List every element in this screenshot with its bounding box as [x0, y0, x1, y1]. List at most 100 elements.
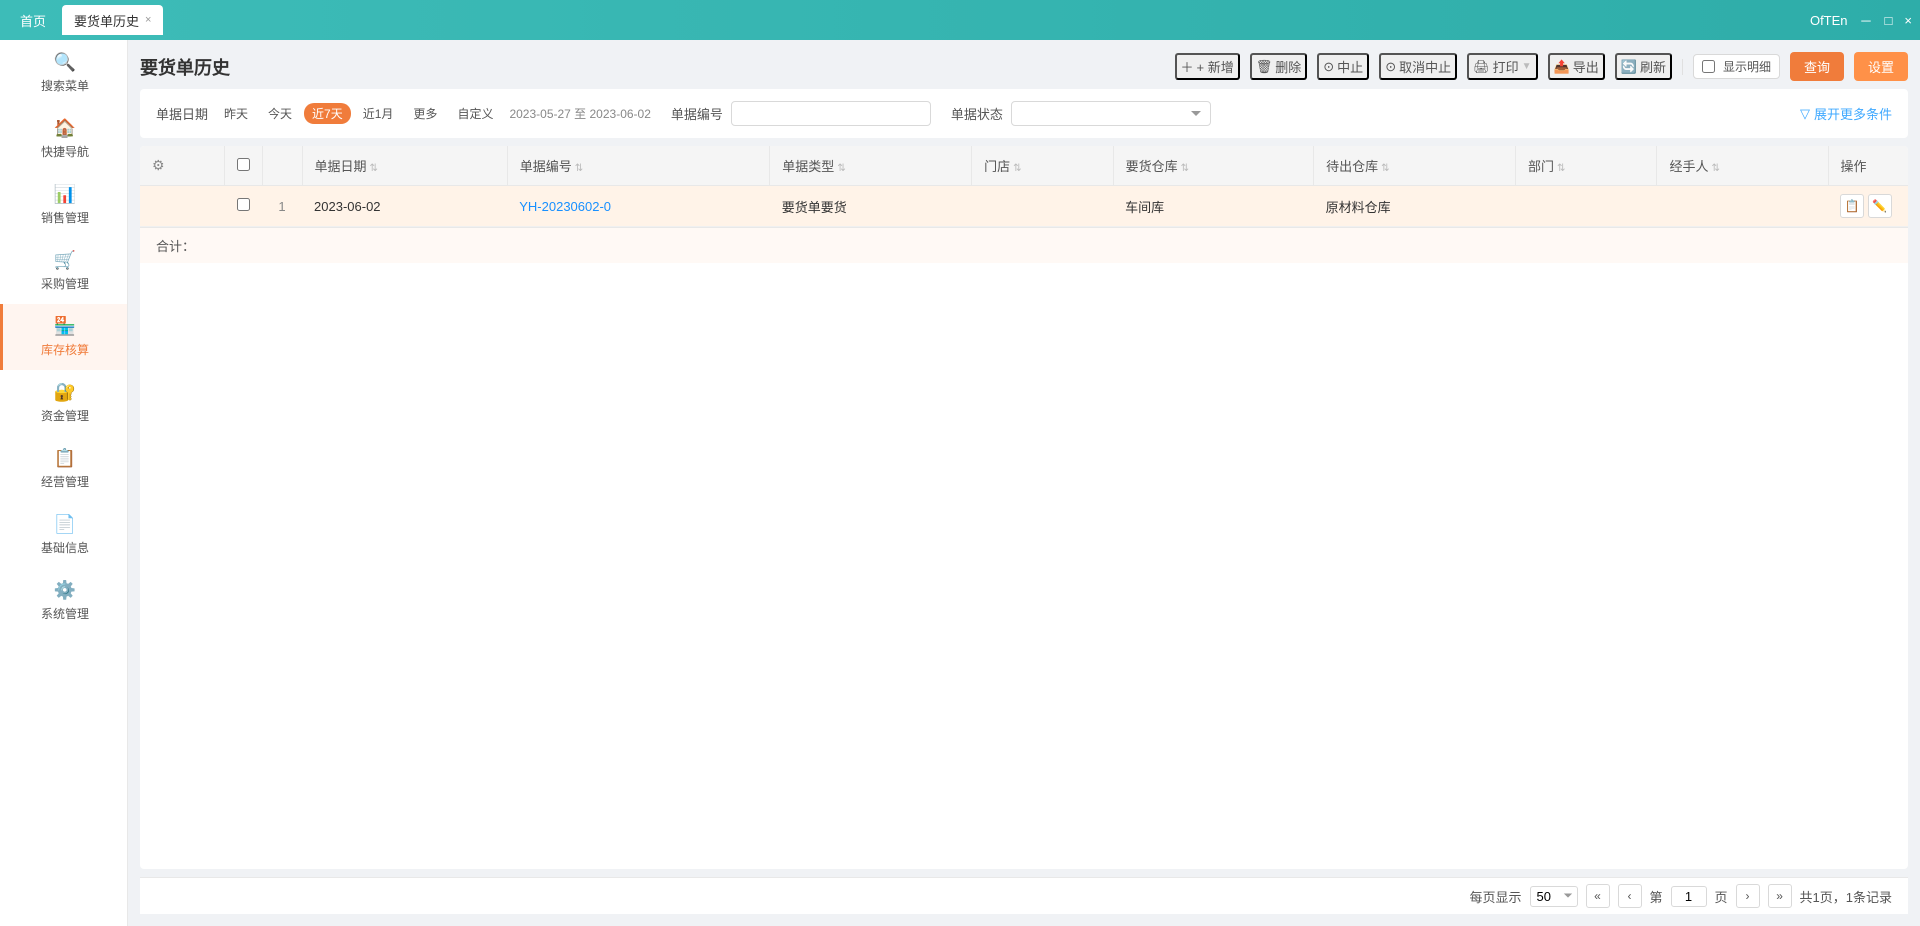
date-shortcuts: 昨天 今天 近7天 近1月 更多 自定义 — [216, 103, 501, 124]
sidebar-item-sales-mgmt[interactable]: 📊 销售管理 — [0, 172, 127, 238]
quick-nav-icon: 🏠 — [54, 118, 76, 139]
sidebar-item-operations-mgmt[interactable]: 📋 经营管理 — [0, 436, 127, 502]
often-label: OfTEn — [1810, 13, 1848, 28]
last-page-btn[interactable]: » — [1768, 884, 1792, 908]
row-settings — [140, 186, 224, 227]
data-table: ⚙ 单据日期⇅ 单据编号⇅ 单据类型⇅ 门店⇅ 要货仓库⇅ 待出仓库⇅ 部门⇅ — [140, 146, 1908, 227]
col-department[interactable]: 部门⇅ — [1515, 146, 1657, 186]
col-doc-type[interactable]: 单据类型⇅ — [770, 146, 972, 186]
doc-no-label: 单据编号 — [671, 104, 723, 123]
filter-row-1: 单据日期 昨天 今天 近7天 近1月 更多 自定义 2023-05-27 至 2… — [156, 101, 1892, 126]
row-ops: 📋 ✏️ — [1828, 186, 1908, 227]
row-doc-no[interactable]: YH-20230602-0 — [507, 186, 770, 227]
main-content: 要货单历史 ＋ + 新增 🗑 删除 ⊙ 中止 ⊙ 取消中止 — [128, 40, 1920, 926]
prev-page-btn[interactable]: ‹ — [1618, 884, 1642, 908]
suspend-icon: ⊙ — [1323, 59, 1334, 75]
shortcut-more[interactable]: 更多 — [405, 103, 445, 124]
delete-button[interactable]: 🗑 删除 — [1250, 53, 1308, 80]
top-bar: 首页 要货单历史 × OfTEn － □ × — [0, 0, 1920, 40]
row-num: 1 — [262, 186, 302, 227]
sidebar: 🔍 搜索菜单 🏠 快捷导航 📊 销售管理 🛒 采购管理 🏪 库存核算 🔐 资金管… — [0, 40, 128, 926]
col-req-warehouse[interactable]: 要货仓库⇅ — [1113, 146, 1313, 186]
tab-active[interactable]: 要货单历史 × — [62, 5, 163, 35]
finance-icon: 🔐 — [54, 382, 76, 403]
col-handler[interactable]: 经手人⇅ — [1657, 146, 1828, 186]
export-button[interactable]: 📤 导出 — [1548, 53, 1605, 80]
doc-status-select[interactable] — [1011, 101, 1211, 126]
sidebar-item-label-operations: 经营管理 — [41, 473, 89, 490]
sidebar-item-inventory[interactable]: 🏪 库存核算 — [0, 304, 127, 370]
page-number-input[interactable] — [1671, 886, 1707, 907]
footer-total-bar: 合计： — [140, 227, 1908, 263]
col-shop[interactable]: 门店⇅ — [972, 146, 1114, 186]
row-edit-btn[interactable]: ✏️ — [1868, 194, 1892, 218]
settings-icon[interactable]: ⚙ — [152, 157, 165, 173]
expand-icon: ▽ — [1800, 106, 1810, 122]
col-settings[interactable]: ⚙ — [140, 146, 224, 186]
maximize-btn[interactable]: □ — [1885, 13, 1893, 28]
basic-info-icon: 📄 — [54, 514, 76, 535]
settings-button[interactable]: 设置 — [1854, 52, 1908, 81]
col-doc-date[interactable]: 单据日期⇅ — [302, 146, 507, 186]
col-ops: 操作 — [1828, 146, 1908, 186]
shortcut-1month[interactable]: 近1月 — [355, 103, 402, 124]
window-close-btn[interactable]: × — [1904, 13, 1912, 28]
page-title: 要货单历史 — [140, 54, 230, 80]
shortcut-today[interactable]: 今天 — [260, 103, 300, 124]
pagination-bar: 每页显示 20 50 100 200 « ‹ 第 页 › » 共1页，1条记录 — [140, 877, 1908, 914]
inventory-icon: 🏪 — [54, 316, 76, 337]
system-icon: ⚙️ — [54, 580, 76, 601]
display-detail-input[interactable] — [1702, 60, 1715, 73]
row-select-checkbox[interactable] — [237, 198, 250, 211]
sidebar-item-purchase-mgmt[interactable]: 🛒 采购管理 — [0, 238, 127, 304]
sidebar-item-quick-nav[interactable]: 🏠 快捷导航 — [0, 106, 127, 172]
filter-group-status: 单据状态 — [951, 101, 1211, 126]
shortcut-custom[interactable]: 自定义 — [449, 103, 501, 124]
sidebar-item-system-mgmt[interactable]: ⚙️ 系统管理 — [0, 568, 127, 634]
print-dropdown-icon: ▼ — [1522, 61, 1532, 72]
col-pending-warehouse[interactable]: 待出仓库⇅ — [1314, 146, 1516, 186]
col-checkbox — [224, 146, 262, 186]
print-button[interactable]: 🖨 打印 ▼ — [1467, 53, 1537, 80]
tab-close-icon[interactable]: × — [145, 14, 151, 26]
sidebar-item-basic-info[interactable]: 📄 基础信息 — [0, 502, 127, 568]
query-button[interactable]: 查询 — [1790, 52, 1844, 81]
refresh-button[interactable]: 🔄 刷新 — [1615, 53, 1672, 80]
per-page-label: 每页显示 — [1469, 887, 1521, 906]
sidebar-item-label-sales: 销售管理 — [41, 209, 89, 226]
sales-icon: 📊 — [54, 184, 76, 205]
doc-no-link[interactable]: YH-20230602-0 — [519, 199, 611, 214]
row-req-warehouse: 车间库 — [1113, 186, 1313, 227]
print-icon: 🖨 — [1473, 59, 1490, 75]
page-size-select[interactable]: 20 50 100 200 — [1530, 886, 1578, 907]
display-detail-label: 显示明细 — [1723, 58, 1771, 75]
search-menu-icon: 🔍 — [54, 52, 76, 73]
select-all-checkbox[interactable] — [237, 158, 250, 171]
add-button[interactable]: ＋ + 新增 — [1175, 53, 1240, 80]
page-header: 要货单历史 ＋ + 新增 🗑 删除 ⊙ 中止 ⊙ 取消中止 — [140, 52, 1908, 81]
sidebar-item-label-basic-info: 基础信息 — [41, 539, 89, 556]
expand-more-btn[interactable]: ▽ 展开更多条件 — [1800, 104, 1892, 123]
col-num — [262, 146, 302, 186]
col-doc-no[interactable]: 单据编号⇅ — [507, 146, 770, 186]
cancel-suspend-button[interactable]: ⊙ 取消中止 — [1379, 53, 1457, 80]
sidebar-item-label-finance: 资金管理 — [41, 407, 89, 424]
minimize-btn[interactable]: － — [1860, 11, 1873, 30]
doc-no-input[interactable] — [731, 101, 931, 126]
suspend-button[interactable]: ⊙ 中止 — [1317, 53, 1369, 80]
row-checkbox[interactable] — [224, 186, 262, 227]
row-doc-type: 要货单要货 — [770, 186, 972, 227]
display-detail-checkbox[interactable]: 显示明细 — [1693, 54, 1780, 79]
first-page-btn[interactable]: « — [1586, 884, 1610, 908]
shortcut-7days[interactable]: 近7天 — [304, 103, 351, 124]
next-page-btn[interactable]: › — [1736, 884, 1760, 908]
filter-group-docno: 单据编号 — [671, 101, 931, 126]
sidebar-item-finance-mgmt[interactable]: 🔐 资金管理 — [0, 370, 127, 436]
sidebar-item-label-inventory: 库存核算 — [41, 341, 89, 358]
tab-home[interactable]: 首页 — [8, 5, 58, 35]
shortcut-yesterday[interactable]: 昨天 — [216, 103, 256, 124]
sidebar-item-search-menu[interactable]: 🔍 搜索菜单 — [0, 40, 127, 106]
sidebar-item-label-search-menu: 搜索菜单 — [41, 77, 89, 94]
filter-group-date: 单据日期 昨天 今天 近7天 近1月 更多 自定义 2023-05-27 至 2… — [156, 103, 651, 124]
row-view-btn[interactable]: 📋 — [1840, 194, 1864, 218]
